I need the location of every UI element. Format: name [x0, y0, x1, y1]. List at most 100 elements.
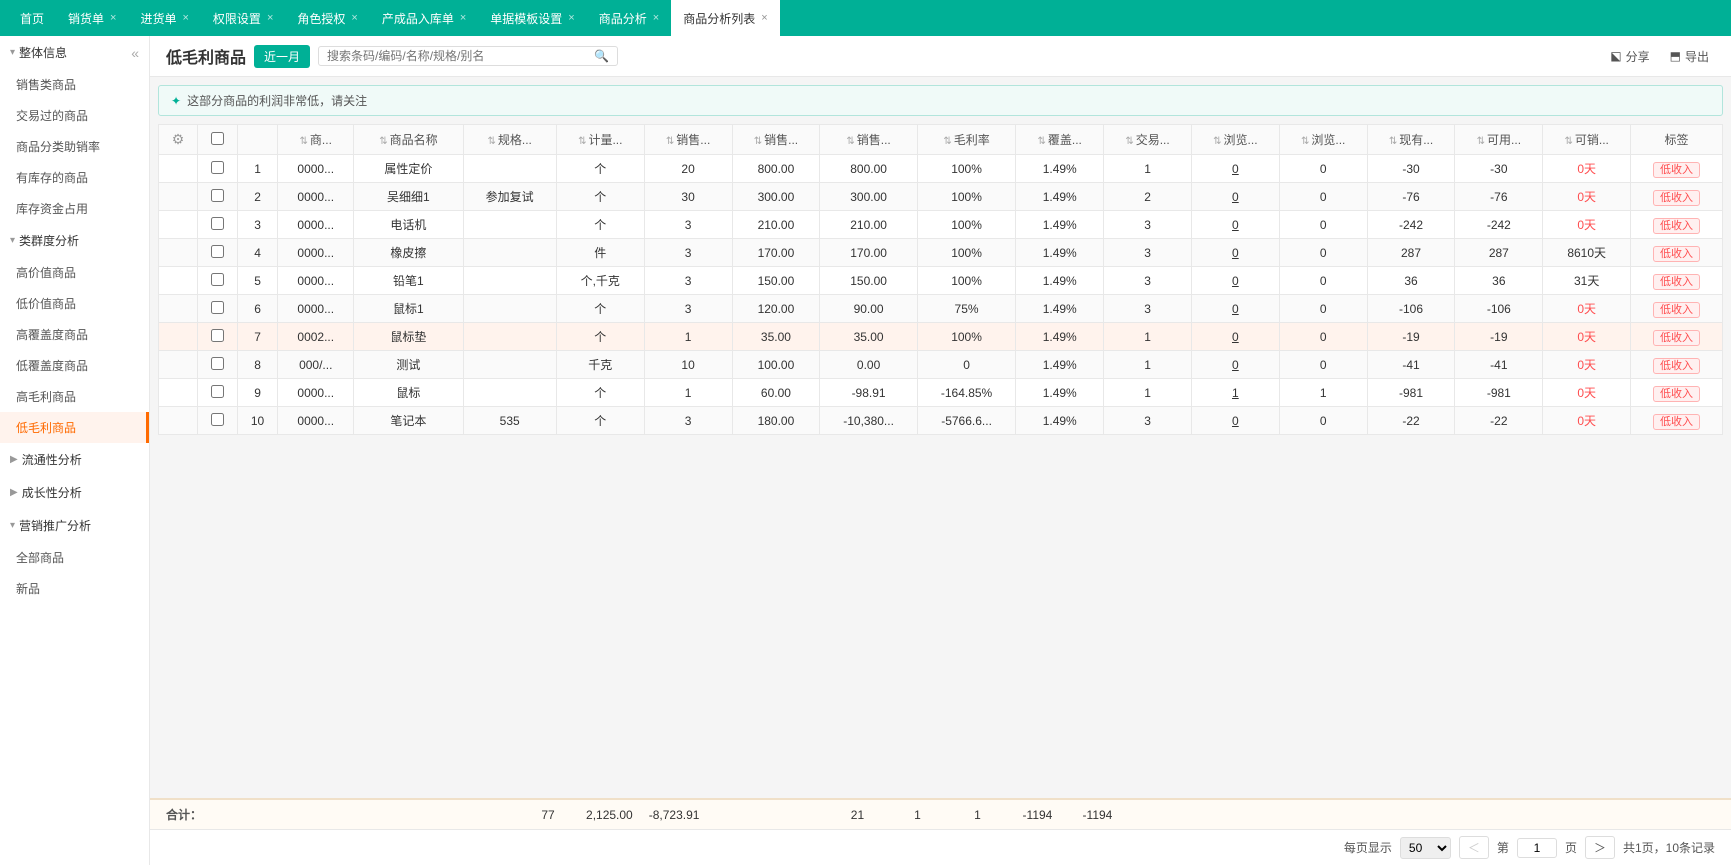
- sidebar-item-stock-capital[interactable]: 库存资金占用: [0, 193, 149, 224]
- col-views2[interactable]: ⇅浏览...: [1279, 125, 1367, 155]
- close-icon[interactable]: ×: [568, 12, 574, 24]
- nav-item-sales[interactable]: 销货单 ×: [56, 0, 128, 36]
- sidebar-item-low-value[interactable]: 低价值商品: [0, 288, 149, 319]
- nav-item-template-settings[interactable]: 单据模板设置 ×: [478, 0, 586, 36]
- col-settings[interactable]: ⚙: [159, 125, 198, 155]
- row-views1[interactable]: 0: [1191, 183, 1279, 211]
- row-sales-qty: 30: [644, 183, 732, 211]
- row-checkbox[interactable]: [198, 407, 238, 435]
- sidebar-item-new-products[interactable]: 新品: [0, 573, 149, 604]
- col-available[interactable]: ⇅可用...: [1455, 125, 1543, 155]
- col-sales-qty[interactable]: ⇅销售...: [644, 125, 732, 155]
- nav-item-permissions[interactable]: 权限设置 ×: [201, 0, 285, 36]
- row-saleable: 0天: [1543, 323, 1631, 351]
- sidebar-item-high-value[interactable]: 高价值商品: [0, 257, 149, 288]
- row-views1[interactable]: 1: [1191, 379, 1279, 407]
- col-saleable[interactable]: ⇅可销...: [1543, 125, 1631, 155]
- search-icon: 🔍: [594, 49, 609, 63]
- close-icon[interactable]: ×: [761, 12, 767, 24]
- sidebar-item-low-coverage[interactable]: 低覆盖度商品: [0, 350, 149, 381]
- nav-item-product-analysis[interactable]: 商品分析 ×: [587, 0, 671, 36]
- nav-item-product-analysis-list[interactable]: 商品分析列表 ×: [671, 0, 779, 36]
- row-saleable: 0天: [1543, 155, 1631, 183]
- sidebar-item-stocked-products[interactable]: 有库存的商品: [0, 162, 149, 193]
- nav-item-home[interactable]: 首页: [8, 0, 56, 36]
- row-checkbox[interactable]: [198, 295, 238, 323]
- sidebar-group-liquidity[interactable]: ▶ 流通性分析: [0, 443, 149, 476]
- row-settings: [159, 155, 198, 183]
- sidebar-item-low-margin[interactable]: 低毛利商品: [0, 412, 149, 443]
- next-page-button[interactable]: ＞: [1585, 836, 1615, 859]
- row-checkbox[interactable]: [198, 183, 238, 211]
- share-button[interactable]: ⬕ 分享: [1604, 45, 1655, 68]
- row-sales-profit: 300.00: [820, 183, 917, 211]
- row-checkbox[interactable]: [198, 239, 238, 267]
- col-name[interactable]: ⇅商品名称: [354, 125, 463, 155]
- row-spec: [463, 267, 556, 295]
- row-checkbox[interactable]: [198, 323, 238, 351]
- row-views1[interactable]: 0: [1191, 407, 1279, 435]
- col-views1[interactable]: ⇅浏览...: [1191, 125, 1279, 155]
- search-input[interactable]: [327, 49, 594, 63]
- row-checkbox[interactable]: [198, 155, 238, 183]
- row-views1[interactable]: 0: [1191, 267, 1279, 295]
- col-unit[interactable]: ⇅计量...: [556, 125, 644, 155]
- row-views1[interactable]: 0: [1191, 155, 1279, 183]
- collapse-sidebar-icon[interactable]: «: [131, 45, 139, 61]
- col-trade[interactable]: ⇅交易...: [1104, 125, 1192, 155]
- page-number-input[interactable]: [1517, 838, 1557, 858]
- prev-page-button[interactable]: ＜: [1459, 836, 1489, 859]
- row-views1[interactable]: 0: [1191, 351, 1279, 379]
- row-sales-amount: 300.00: [732, 183, 820, 211]
- close-icon[interactable]: ×: [182, 12, 188, 24]
- close-icon[interactable]: ×: [653, 12, 659, 24]
- row-saleable: 8610天: [1543, 239, 1631, 267]
- close-icon[interactable]: ×: [351, 12, 357, 24]
- total-pages-info: 共1页，10条记录: [1623, 839, 1715, 856]
- search-box[interactable]: 🔍: [318, 46, 618, 66]
- sidebar-group-general[interactable]: ▾ 整体信息 «: [0, 36, 149, 69]
- close-icon[interactable]: ×: [460, 12, 466, 24]
- row-checkbox[interactable]: [198, 351, 238, 379]
- col-code[interactable]: ⇅商...: [278, 125, 354, 155]
- row-checkbox[interactable]: [198, 267, 238, 295]
- sidebar-item-high-coverage[interactable]: 高覆盖度商品: [0, 319, 149, 350]
- col-current-stock[interactable]: ⇅现有...: [1367, 125, 1455, 155]
- nav-item-roles[interactable]: 角色授权 ×: [285, 0, 369, 36]
- row-views1[interactable]: 0: [1191, 295, 1279, 323]
- select-all-checkbox[interactable]: [211, 132, 224, 145]
- row-code: 0000...: [278, 295, 354, 323]
- per-page-select[interactable]: 50 100 200: [1400, 837, 1451, 859]
- col-sales-profit[interactable]: ⇅销售...: [820, 125, 917, 155]
- row-views1[interactable]: 0: [1191, 323, 1279, 351]
- nav-item-product-entry[interactable]: 产成品入库单 ×: [370, 0, 478, 36]
- sidebar-group-cluster[interactable]: ▾ 类群度分析: [0, 224, 149, 257]
- filter-period-button[interactable]: 近一月: [254, 45, 310, 68]
- row-views1[interactable]: 0: [1191, 239, 1279, 267]
- close-icon[interactable]: ×: [110, 12, 116, 24]
- col-coverage[interactable]: ⇅覆盖...: [1016, 125, 1104, 155]
- col-margin-rate[interactable]: ⇅毛利率: [917, 125, 1015, 155]
- col-sales-amount[interactable]: ⇅销售...: [732, 125, 820, 155]
- row-code: 0000...: [278, 267, 354, 295]
- notice-banner: ✦ 这部分商品的利润非常低，请关注: [158, 85, 1723, 116]
- row-views1[interactable]: 0: [1191, 211, 1279, 239]
- sidebar-group-marketing[interactable]: ▾ 营销推广分析: [0, 509, 149, 542]
- row-unit: 个: [556, 407, 644, 435]
- export-button[interactable]: ⬒ 导出: [1664, 45, 1715, 68]
- sidebar-item-traded-products[interactable]: 交易过的商品: [0, 100, 149, 131]
- sidebar-item-category-assist[interactable]: 商品分类助销率: [0, 131, 149, 162]
- close-icon[interactable]: ×: [267, 12, 273, 24]
- row-checkbox[interactable]: [198, 211, 238, 239]
- sidebar-item-high-margin[interactable]: 高毛利商品: [0, 381, 149, 412]
- col-spec[interactable]: ⇅规格...: [463, 125, 556, 155]
- row-number: 1: [237, 155, 277, 183]
- row-saleable: 0天: [1543, 351, 1631, 379]
- sidebar-item-all-products[interactable]: 全部商品: [0, 542, 149, 573]
- sidebar-item-sales-products[interactable]: 销售类商品: [0, 69, 149, 100]
- nav-item-purchase[interactable]: 进货单 ×: [128, 0, 200, 36]
- sidebar-group-growth[interactable]: ▶ 成长性分析: [0, 476, 149, 509]
- row-checkbox[interactable]: [198, 379, 238, 407]
- table-row: 8 000/... 测试 千克 10 100.00 0.00 0 1.49% 1…: [159, 351, 1723, 379]
- row-coverage: 1.49%: [1016, 407, 1104, 435]
